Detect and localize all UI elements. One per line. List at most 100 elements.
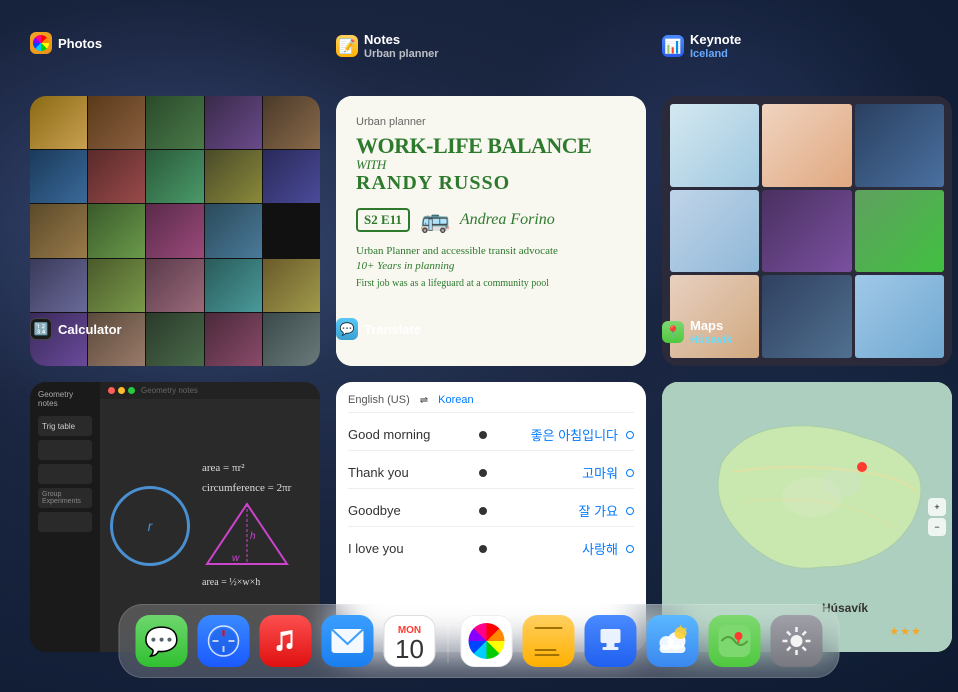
maps-card-header: 📍 Maps Húsavík (662, 318, 732, 347)
translate-card-header: 💬 Translate (336, 318, 421, 340)
calc-formulas: area = πr² circumference = 2πr h w area … (202, 459, 310, 592)
translate-source-2: Thank you (348, 465, 471, 480)
maps-stars-rating: ★★★ (889, 625, 922, 638)
calendar-date-number: 10 (395, 636, 424, 662)
photo-cell (88, 204, 145, 257)
translate-korean-label: Korean (438, 394, 473, 406)
dock-keynote-icon[interactable] (585, 615, 637, 667)
keynote-slide (670, 104, 759, 187)
translate-source-3: Goodbye (348, 503, 471, 518)
photo-cell (205, 150, 262, 203)
notes-description: Urban Planner and accessible transit adv… (356, 244, 626, 259)
translate-row-3: Goodbye 잘 가요 (348, 495, 634, 527)
svg-text:w: w (232, 553, 240, 564)
translate-app-icon: 💬 (336, 318, 358, 340)
photos-rainbow-wheel (469, 623, 505, 659)
photo-cell (88, 259, 145, 312)
calc-formula-circumference: circumference = 2πr (202, 479, 310, 499)
dock-maps-icon[interactable] (709, 615, 761, 667)
maps-card-wrapper: 📍 Maps Húsavík (662, 346, 952, 616)
minimize-dot (118, 387, 125, 394)
translate-target-2: 고마워 (495, 463, 618, 482)
calc-traffic-lights (108, 387, 135, 394)
dock-separator (448, 619, 449, 663)
keynote-slide (762, 104, 851, 187)
close-dot (108, 387, 115, 394)
notes-years: 10+ Years in planning (356, 260, 626, 272)
dock-settings-icon[interactable] (771, 615, 823, 667)
photo-cell (30, 259, 87, 312)
maps-app-icon: 📍 (662, 321, 684, 343)
translate-row-1: Good morning 좋은 아침입니다 (348, 419, 634, 451)
photo-cell (205, 96, 262, 149)
notes-lines-icon (527, 619, 571, 664)
maps-app-subtitle: Húsavík (690, 334, 732, 347)
calculator-sidebar: Geometry notes Trig table Group Experime… (30, 382, 100, 652)
translate-dot (479, 469, 487, 477)
expand-dot (128, 387, 135, 394)
notes-title-text: WORK-LIFE BALANCE (356, 133, 591, 158)
calc-header-label: Geometry notes (141, 386, 198, 395)
keynote-podium-icon (595, 625, 627, 657)
maps-scroll-up[interactable]: + (928, 498, 946, 516)
translate-row-2: Thank you 고마워 (348, 457, 634, 489)
notes-line-1 (535, 627, 563, 629)
keynote-slide (855, 104, 944, 187)
dock-calendar-icon[interactable]: MON 10 (384, 615, 436, 667)
maps-app-name: Maps (690, 318, 732, 334)
translate-app-name: Translate (364, 322, 421, 337)
notes-first-job: First job was as a lifeguard at a commun… (356, 278, 626, 289)
maps-scroll-down[interactable]: − (928, 518, 946, 536)
keynote-app-subtitle: Iceland (690, 48, 741, 61)
dock-photos-icon[interactable] (461, 615, 513, 667)
notes-episode-box: S2 E11 (356, 208, 410, 232)
photo-cell (205, 204, 262, 257)
dock-messages-icon[interactable]: 💬 (136, 615, 188, 667)
safari-compass-icon (207, 624, 241, 658)
calc-sidebar-item: Trig table (38, 416, 92, 436)
translate-play-icon (626, 545, 634, 553)
translate-english-label: English (US) (348, 394, 410, 406)
notes-app-icon: 📝 (336, 35, 358, 57)
photo-cell (263, 204, 320, 257)
dock-safari-icon[interactable] (198, 615, 250, 667)
translate-header-row: English (US) ⇌ Korean (348, 394, 634, 413)
messages-icon-glyph: 💬 (144, 625, 179, 658)
mail-envelope-icon (331, 628, 365, 654)
translate-target-1: 좋은 아침입니다 (495, 425, 618, 444)
photo-cell (30, 96, 87, 149)
calc-sidebar-item (38, 440, 92, 460)
photo-cell (30, 204, 87, 257)
notes-urban-planner-label: Urban planner (356, 116, 626, 128)
calc-triangle-svg: h w (202, 499, 292, 569)
calculator-app-icon: 🔢 (30, 318, 52, 340)
calc-circle (110, 486, 190, 566)
calc-formula-triangle: area = ½×w×h (202, 574, 310, 592)
maps-map-icon (717, 623, 753, 659)
photo-cell (30, 150, 87, 203)
photo-cell (263, 259, 320, 312)
weather-cloud-icon (655, 625, 691, 657)
photo-cell (146, 150, 203, 203)
dock-weather-icon[interactable] (647, 615, 699, 667)
settings-gear-icon (780, 624, 814, 658)
notes-card-wrapper: 📝 Notes Urban planner Urban planner WORK… (336, 60, 646, 330)
dock-music-icon[interactable] (260, 615, 312, 667)
translate-dot (479, 431, 487, 439)
maps-title-group: Maps Húsavík (690, 318, 732, 347)
photos-card-wrapper: Photos (30, 60, 320, 330)
notes-card-header: 📝 Notes Urban planner (336, 32, 439, 61)
dock-notes-icon[interactable] (523, 615, 575, 667)
notes-person2: Andrea Forino (460, 211, 555, 229)
notes-line-2 (535, 649, 557, 651)
dock-mail-icon[interactable] (322, 615, 374, 667)
photo-cell (205, 259, 262, 312)
keynote-slide (670, 190, 759, 273)
notes-main-title: WORK-LIFE BALANCE with RANDY RUSSO (356, 134, 626, 194)
translate-dot (479, 507, 487, 515)
music-note-icon (271, 626, 301, 656)
calc-sidebar-title: Geometry notes (38, 390, 92, 408)
notes-app-name: Notes (364, 32, 439, 48)
calculator-app-name: Calculator (58, 322, 122, 337)
dock: 💬 MON 10 (119, 604, 840, 678)
